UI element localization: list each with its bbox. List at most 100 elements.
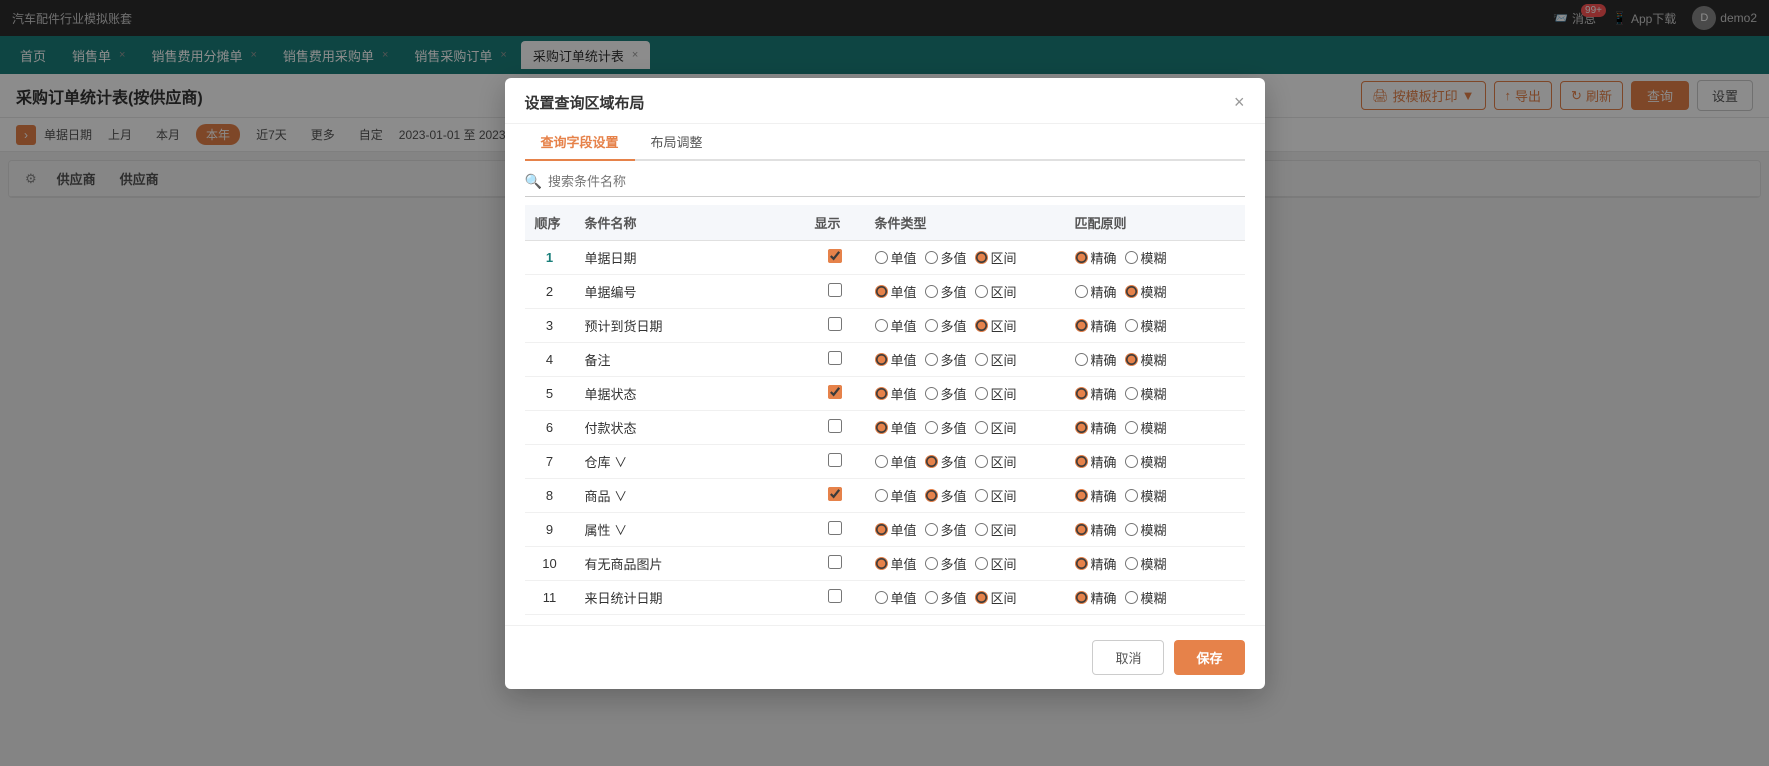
type-radio-item[interactable]: 多值 xyxy=(925,452,967,471)
type-radio[interactable] xyxy=(875,353,888,366)
type-radio[interactable] xyxy=(925,591,938,604)
match-radio[interactable] xyxy=(1125,387,1138,400)
match-radio-item[interactable]: 模糊 xyxy=(1125,452,1167,471)
type-radio-item[interactable]: 单值 xyxy=(875,554,917,573)
match-radio[interactable] xyxy=(1125,523,1138,536)
match-radio-item[interactable]: 精确 xyxy=(1075,588,1117,607)
display-checkbox[interactable] xyxy=(828,419,842,433)
match-radio-item[interactable]: 精确 xyxy=(1075,452,1117,471)
match-radio[interactable] xyxy=(1075,387,1088,400)
search-input[interactable] xyxy=(548,174,1245,189)
type-radio[interactable] xyxy=(975,557,988,570)
type-radio[interactable] xyxy=(975,421,988,434)
type-radio-item[interactable]: 多值 xyxy=(925,350,967,369)
match-radio[interactable] xyxy=(1075,523,1088,536)
match-radio-item[interactable]: 精确 xyxy=(1075,350,1117,369)
match-radio-item[interactable]: 模糊 xyxy=(1125,486,1167,505)
display-checkbox[interactable] xyxy=(828,555,842,569)
match-radio-item[interactable]: 模糊 xyxy=(1125,384,1167,403)
type-radio-item[interactable]: 多值 xyxy=(925,588,967,607)
match-radio-item[interactable]: 精确 xyxy=(1075,486,1117,505)
type-radio-item[interactable]: 区间 xyxy=(975,316,1017,335)
type-radio[interactable] xyxy=(975,285,988,298)
match-radio[interactable] xyxy=(1125,319,1138,332)
match-radio[interactable] xyxy=(1075,421,1088,434)
type-radio-item[interactable]: 多值 xyxy=(925,282,967,301)
type-radio-item[interactable]: 多值 xyxy=(925,316,967,335)
type-radio[interactable] xyxy=(925,387,938,400)
match-radio-item[interactable]: 精确 xyxy=(1075,384,1117,403)
type-radio[interactable] xyxy=(875,455,888,468)
match-radio-item[interactable]: 模糊 xyxy=(1125,554,1167,573)
match-radio[interactable] xyxy=(1075,251,1088,264)
tab-query-fields[interactable]: 查询字段设置 xyxy=(525,124,635,161)
type-radio[interactable] xyxy=(925,455,938,468)
close-icon[interactable]: × xyxy=(1234,93,1245,111)
type-radio-item[interactable]: 区间 xyxy=(975,486,1017,505)
type-radio-item[interactable]: 区间 xyxy=(975,384,1017,403)
type-radio-item[interactable]: 区间 xyxy=(975,282,1017,301)
type-radio[interactable] xyxy=(875,523,888,536)
type-radio[interactable] xyxy=(975,455,988,468)
type-radio[interactable] xyxy=(975,251,988,264)
type-radio[interactable] xyxy=(975,591,988,604)
match-radio[interactable] xyxy=(1125,421,1138,434)
type-radio-item[interactable]: 区间 xyxy=(975,248,1017,267)
match-radio-item[interactable]: 精确 xyxy=(1075,418,1117,437)
type-radio-item[interactable]: 多值 xyxy=(925,384,967,403)
type-radio[interactable] xyxy=(975,387,988,400)
match-radio[interactable] xyxy=(1125,285,1138,298)
match-radio-item[interactable]: 模糊 xyxy=(1125,248,1167,267)
match-radio[interactable] xyxy=(1125,557,1138,570)
type-radio-item[interactable]: 单值 xyxy=(875,418,917,437)
type-radio-item[interactable]: 区间 xyxy=(975,350,1017,369)
type-radio-item[interactable]: 单值 xyxy=(875,520,917,539)
save-button[interactable]: 保存 xyxy=(1174,640,1244,675)
type-radio[interactable] xyxy=(925,353,938,366)
type-radio[interactable] xyxy=(875,557,888,570)
match-radio[interactable] xyxy=(1125,489,1138,502)
match-radio[interactable] xyxy=(1075,591,1088,604)
match-radio-item[interactable]: 模糊 xyxy=(1125,588,1167,607)
type-radio-item[interactable]: 单值 xyxy=(875,316,917,335)
display-checkbox[interactable] xyxy=(828,249,842,263)
match-radio[interactable] xyxy=(1075,319,1088,332)
type-radio[interactable] xyxy=(875,251,888,264)
type-radio[interactable] xyxy=(975,489,988,502)
type-radio-item[interactable]: 单值 xyxy=(875,486,917,505)
display-checkbox[interactable] xyxy=(828,589,842,603)
type-radio-item[interactable]: 单值 xyxy=(875,384,917,403)
type-radio-item[interactable]: 单值 xyxy=(875,588,917,607)
type-radio-item[interactable]: 区间 xyxy=(975,520,1017,539)
display-checkbox[interactable] xyxy=(828,317,842,331)
match-radio[interactable] xyxy=(1075,285,1088,298)
display-checkbox[interactable] xyxy=(828,487,842,501)
type-radio[interactable] xyxy=(925,285,938,298)
match-radio-item[interactable]: 模糊 xyxy=(1125,520,1167,539)
match-radio[interactable] xyxy=(1075,353,1088,366)
type-radio[interactable] xyxy=(925,251,938,264)
type-radio[interactable] xyxy=(975,523,988,536)
type-radio-item[interactable]: 单值 xyxy=(875,452,917,471)
type-radio-item[interactable]: 区间 xyxy=(975,418,1017,437)
type-radio-item[interactable]: 多值 xyxy=(925,418,967,437)
type-radio-item[interactable]: 多值 xyxy=(925,520,967,539)
match-radio[interactable] xyxy=(1125,353,1138,366)
display-checkbox[interactable] xyxy=(828,351,842,365)
match-radio-item[interactable]: 模糊 xyxy=(1125,418,1167,437)
type-radio-item[interactable]: 多值 xyxy=(925,554,967,573)
tab-layout[interactable]: 布局调整 xyxy=(635,124,719,161)
type-radio-item[interactable]: 单值 xyxy=(875,350,917,369)
match-radio-item[interactable]: 模糊 xyxy=(1125,350,1167,369)
match-radio-item[interactable]: 精确 xyxy=(1075,282,1117,301)
match-radio[interactable] xyxy=(1125,251,1138,264)
type-radio-item[interactable]: 多值 xyxy=(925,248,967,267)
display-checkbox[interactable] xyxy=(828,385,842,399)
type-radio-item[interactable]: 区间 xyxy=(975,588,1017,607)
match-radio-item[interactable]: 精确 xyxy=(1075,248,1117,267)
match-radio-item[interactable]: 精确 xyxy=(1075,520,1117,539)
cancel-button[interactable]: 取消 xyxy=(1092,640,1164,675)
type-radio[interactable] xyxy=(925,319,938,332)
type-radio-item[interactable]: 区间 xyxy=(975,452,1017,471)
type-radio[interactable] xyxy=(975,319,988,332)
